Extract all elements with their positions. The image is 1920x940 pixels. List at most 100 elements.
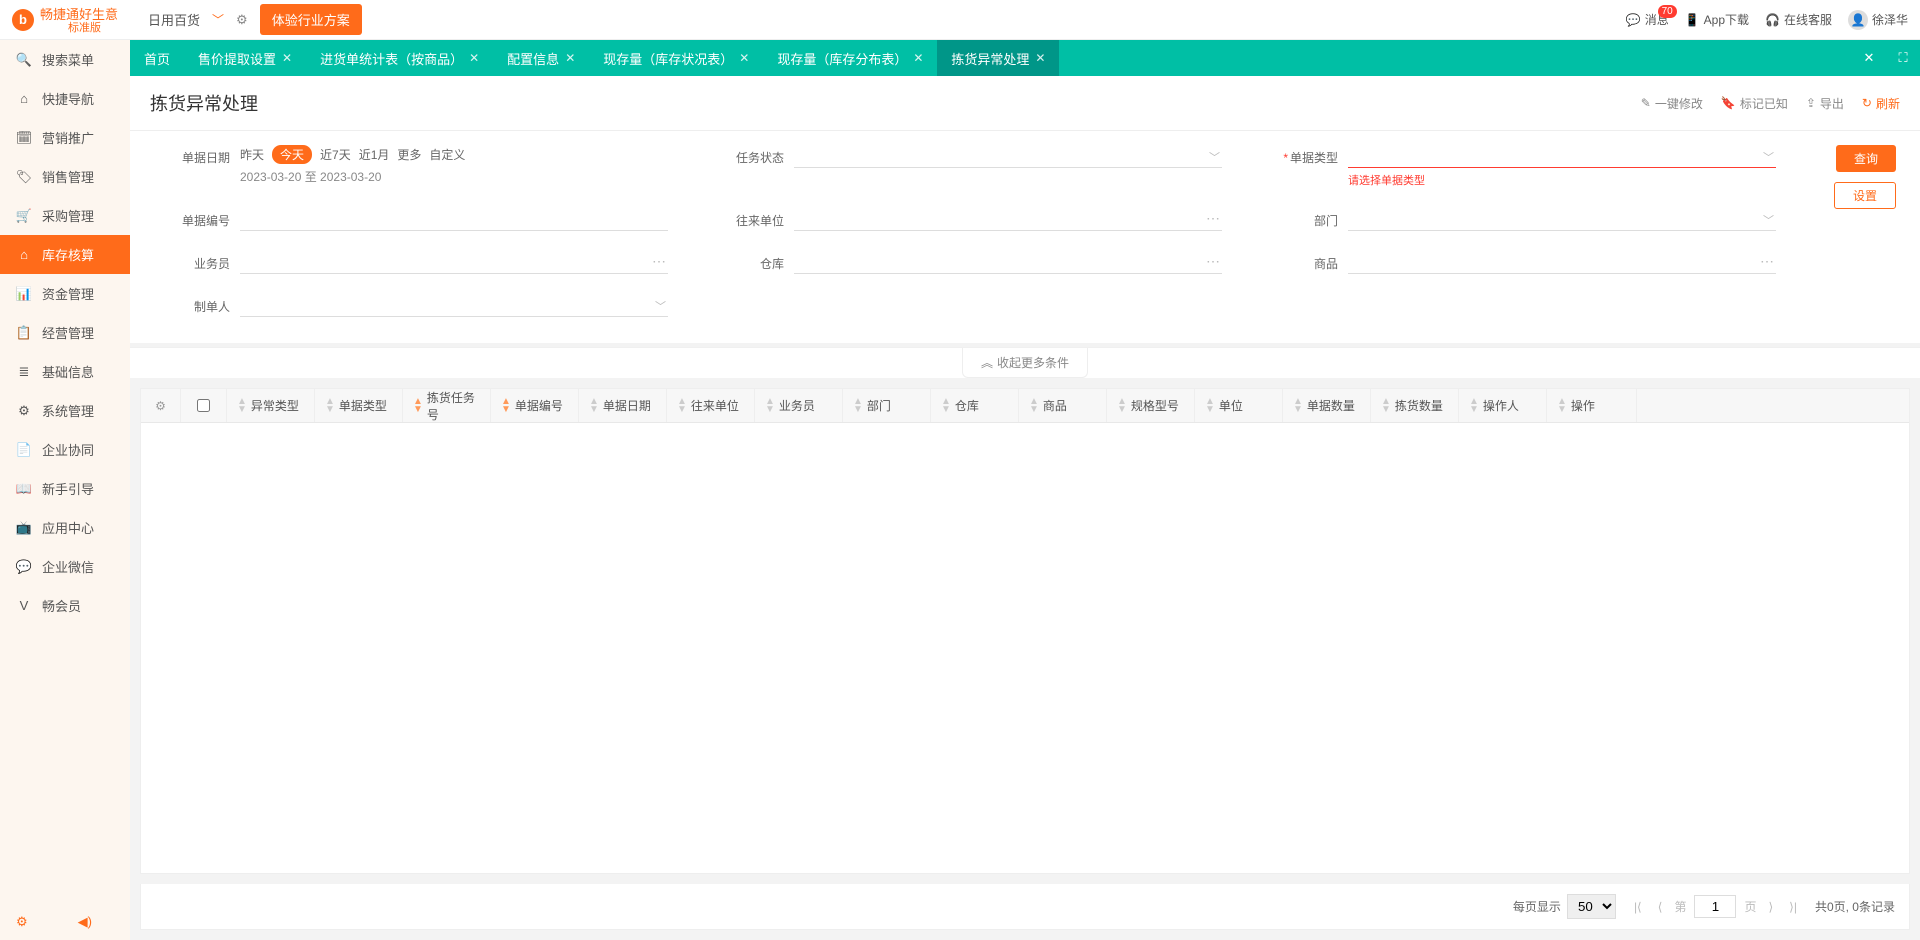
- sidebar-item[interactable]: 🛒采购管理: [0, 196, 130, 235]
- table-column-header[interactable]: ▲▼往来单位: [667, 389, 755, 422]
- date-chip[interactable]: 今天: [272, 145, 312, 164]
- salesman-input[interactable]: [240, 251, 668, 274]
- sidebar-item[interactable]: 📄企业协同: [0, 430, 130, 469]
- date-chip[interactable]: 自定义: [429, 146, 465, 163]
- table-column-header[interactable]: ▲▼商品: [1019, 389, 1107, 422]
- product-input[interactable]: [1348, 251, 1776, 274]
- select-all-checkbox[interactable]: [181, 389, 227, 422]
- sidebar-item[interactable]: V畅会员: [0, 586, 130, 625]
- tab[interactable]: 售价提取设置✕: [184, 40, 306, 76]
- sidebar-item[interactable]: 🔍搜索菜单: [0, 40, 130, 79]
- close-tab-icon[interactable]: ✕: [913, 51, 923, 65]
- horizontal-scrollbar[interactable]: [141, 863, 1909, 873]
- settings-gear-icon[interactable]: ⚙: [16, 914, 28, 930]
- ellipsis-icon[interactable]: ⋯: [652, 253, 666, 270]
- sidebar-item[interactable]: ⌂快捷导航: [0, 79, 130, 118]
- last-page-button[interactable]: ⟩|: [1785, 898, 1801, 916]
- column-label: 单据编号: [515, 397, 563, 414]
- query-button[interactable]: 查询: [1836, 145, 1896, 172]
- mark-read-button[interactable]: 🔖标记已知: [1721, 95, 1788, 112]
- export-button[interactable]: ⇪导出: [1806, 95, 1844, 112]
- close-tab-icon[interactable]: ✕: [469, 51, 479, 65]
- sidebar-item[interactable]: ≣基础信息: [0, 352, 130, 391]
- partner-input[interactable]: [794, 208, 1222, 231]
- column-label: 往来单位: [691, 397, 739, 414]
- tab[interactable]: 进货单统计表（按商品）✕: [306, 40, 493, 76]
- table-column-header[interactable]: ▲▼业务员: [755, 389, 843, 422]
- table-column-header[interactable]: ▲▼拣货任务号: [403, 389, 491, 422]
- bill-type-input[interactable]: [1348, 145, 1776, 168]
- sidebar-item[interactable]: 🏷销售管理: [0, 157, 130, 196]
- page-number-input[interactable]: [1694, 895, 1736, 918]
- sidebar-item[interactable]: 📖新手引导: [0, 469, 130, 508]
- cta-button[interactable]: 体验行业方案: [260, 4, 362, 35]
- next-page-button[interactable]: ⟩: [1764, 898, 1777, 916]
- collapse-filters-button[interactable]: ︽ 收起更多条件: [962, 348, 1088, 378]
- table-column-header[interactable]: ▲▼单位: [1195, 389, 1283, 422]
- messages-button[interactable]: 💬 消息 70: [1626, 11, 1669, 28]
- sidebar-item[interactable]: ⌂库存核算: [0, 235, 130, 274]
- ellipsis-icon[interactable]: ⋯: [1760, 253, 1774, 270]
- warehouse-input[interactable]: [794, 251, 1222, 274]
- settings-button[interactable]: 设置: [1834, 182, 1896, 209]
- gear-icon[interactable]: ⚙: [236, 12, 248, 28]
- batch-edit-button[interactable]: ✎一键修改: [1641, 95, 1703, 112]
- page-size-select[interactable]: 50: [1567, 894, 1616, 919]
- date-chip[interactable]: 昨天: [240, 146, 264, 163]
- date-chip[interactable]: 近1月: [359, 146, 390, 163]
- tab[interactable]: 首页: [130, 40, 184, 76]
- sidebar-item[interactable]: 📺应用中心: [0, 508, 130, 547]
- table-column-header[interactable]: ▲▼操作人: [1459, 389, 1547, 422]
- sidebar-item[interactable]: ⚙系统管理: [0, 391, 130, 430]
- table-column-header[interactable]: ▲▼单据日期: [579, 389, 667, 422]
- date-chip[interactable]: 近7天: [320, 146, 351, 163]
- table-column-header[interactable]: ▲▼单据数量: [1283, 389, 1371, 422]
- column-label: 仓库: [955, 397, 979, 414]
- table-column-header[interactable]: ▲▼规格型号: [1107, 389, 1195, 422]
- sidebar-item[interactable]: 📊资金管理: [0, 274, 130, 313]
- fullscreen-icon[interactable]: ⛶: [1886, 50, 1920, 66]
- pager-summary: 共0页, 0条记录: [1815, 898, 1895, 915]
- table-settings-icon[interactable]: ⚙: [141, 389, 181, 422]
- brand-logo-icon: b: [12, 9, 34, 31]
- refresh-button[interactable]: ↻刷新: [1862, 95, 1900, 112]
- tab[interactable]: 现存量（库存状况表）✕: [589, 40, 763, 76]
- bill-no-input[interactable]: [240, 208, 668, 231]
- maker-input[interactable]: [240, 294, 668, 317]
- sidebar-item[interactable]: 💬企业微信: [0, 547, 130, 586]
- sidebar-item[interactable]: 🗓营销推广: [0, 118, 130, 157]
- tab[interactable]: 配置信息✕: [493, 40, 589, 76]
- table-column-header[interactable]: ▲▼单据编号: [491, 389, 579, 422]
- ellipsis-icon[interactable]: ⋯: [1206, 253, 1220, 270]
- support-button[interactable]: 🎧 在线客服: [1765, 11, 1832, 28]
- table-column-header[interactable]: ▲▼拣货数量: [1371, 389, 1459, 422]
- close-tab-icon[interactable]: ✕: [1035, 51, 1045, 65]
- close-tab-icon[interactable]: ✕: [739, 51, 749, 65]
- table-column-header[interactable]: ▲▼单据类型: [315, 389, 403, 422]
- task-status-input[interactable]: [794, 145, 1222, 168]
- ellipsis-icon[interactable]: ⋯: [1206, 210, 1220, 227]
- refresh-icon: ↻: [1862, 96, 1872, 110]
- close-tab-icon[interactable]: ✕: [282, 51, 292, 65]
- close-tab-icon[interactable]: ✕: [565, 51, 575, 65]
- tenant-selector[interactable]: 日用百货 ﹀ ⚙: [148, 10, 260, 29]
- prev-page-button[interactable]: ⟨: [1654, 898, 1667, 916]
- table-column-header[interactable]: ▲▼异常类型: [227, 389, 315, 422]
- table-column-header[interactable]: ▲▼仓库: [931, 389, 1019, 422]
- brand-edition: 标准版: [68, 19, 118, 35]
- select-all-checkbox-input[interactable]: [197, 399, 210, 412]
- tab[interactable]: 拣货异常处理✕: [937, 40, 1059, 76]
- first-page-button[interactable]: |⟨: [1630, 898, 1646, 916]
- sidebar-item[interactable]: 📋经营管理: [0, 313, 130, 352]
- tab[interactable]: 现存量（库存分布表）✕: [763, 40, 937, 76]
- date-chip[interactable]: 更多: [397, 146, 421, 163]
- app-download-button[interactable]: 📱 App下载: [1685, 11, 1749, 28]
- user-menu[interactable]: 👤 徐泽华: [1848, 10, 1908, 30]
- department-input[interactable]: [1348, 208, 1776, 231]
- table-column-header[interactable]: ▲▼部门: [843, 389, 931, 422]
- sidebar-item-icon: 📄: [16, 442, 32, 458]
- close-all-tabs-icon[interactable]: ✕: [1852, 50, 1886, 66]
- table-column-header[interactable]: ▲▼操作: [1547, 389, 1637, 422]
- collapse-sidebar-icon[interactable]: ◀): [78, 914, 92, 930]
- sort-icon: ▲▼: [853, 398, 863, 414]
